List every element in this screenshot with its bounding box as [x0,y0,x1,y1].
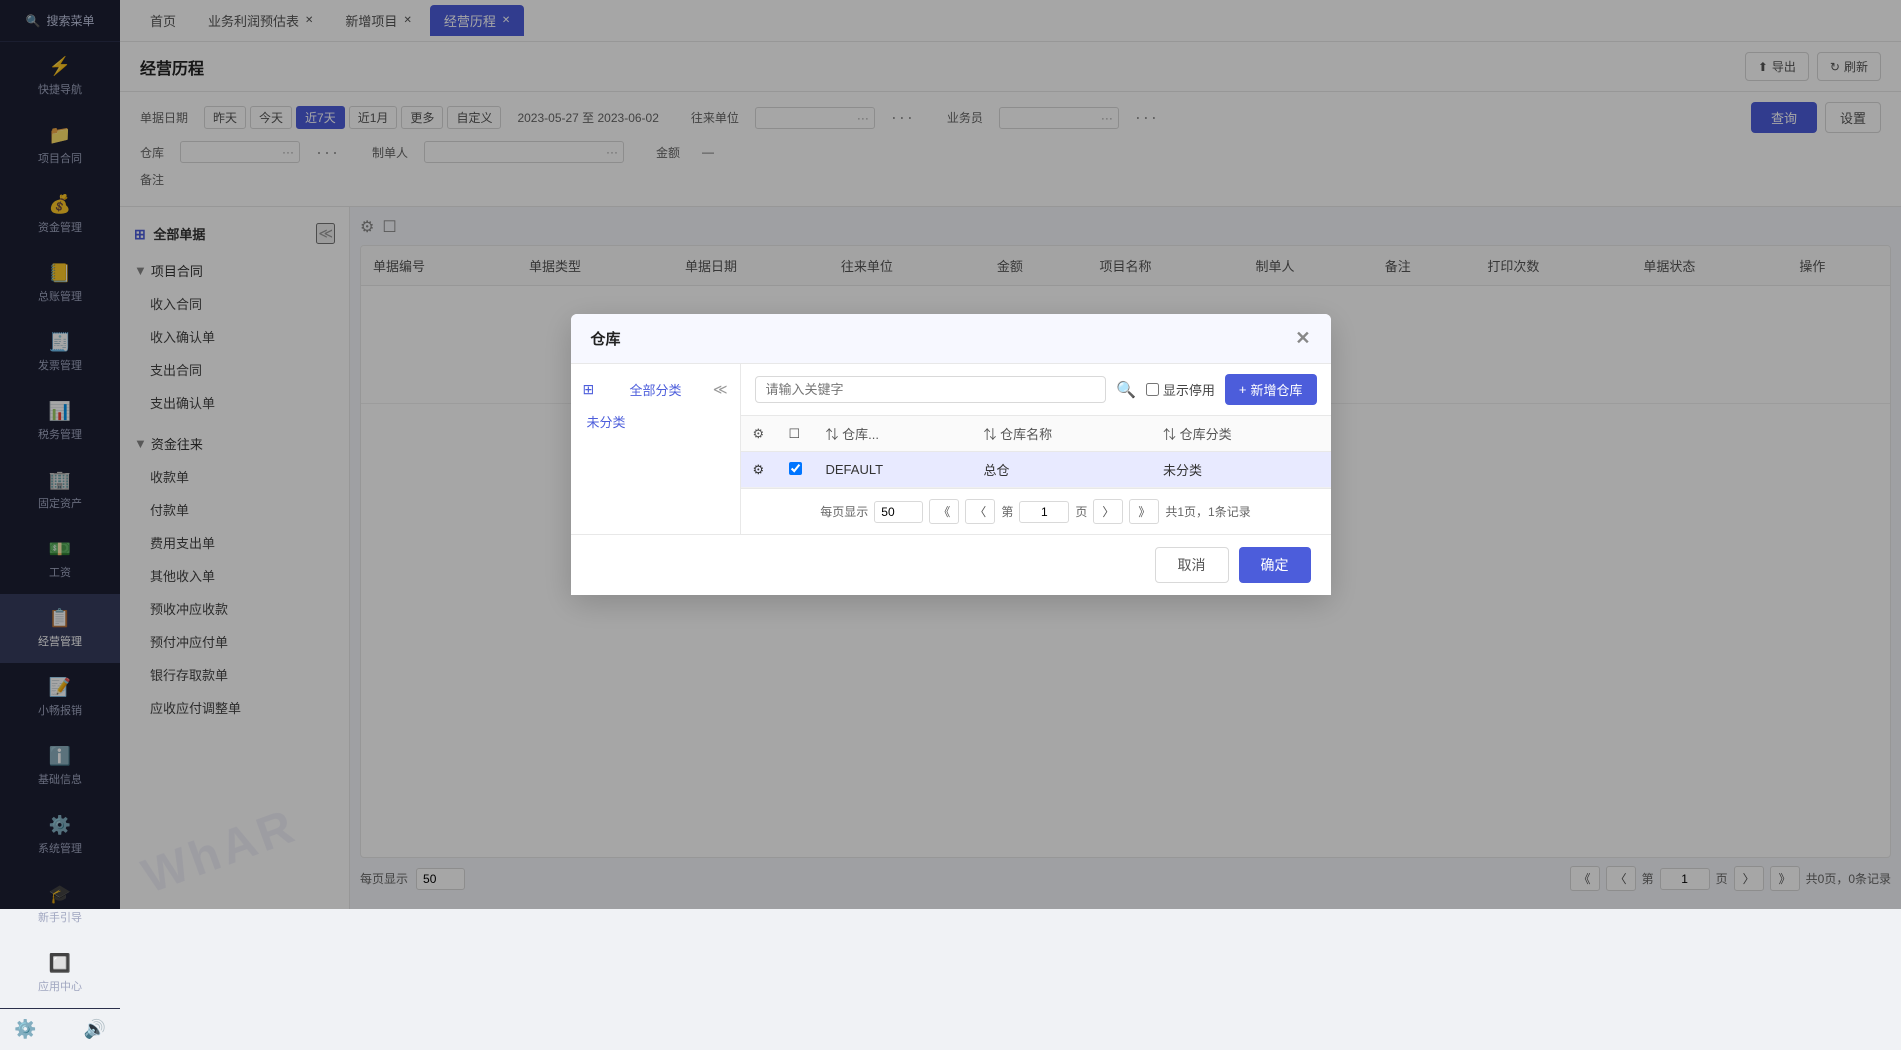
show-disabled-label: 显示停用 [1163,380,1215,399]
row-check[interactable] [777,452,814,488]
modal-pagination: 每页显示 50 100 《 〈 第 页 〉 》 共1页，1条记录 [741,488,1331,534]
grid-icon-modal: ⊞ [583,381,595,398]
modal-tree-item-unclassified[interactable]: 未分类 [571,405,740,438]
modal-tree: ⊞ 全部分类 ≪ 未分类 [571,364,741,534]
modal-per-page-label: 每页显示 [820,503,868,520]
row-gear: ⚙ [741,452,777,488]
modal-per-page-select[interactable]: 50 100 [874,501,923,523]
modal-footer: 取消 确定 [571,534,1331,595]
cancel-button[interactable]: 取消 [1155,547,1229,583]
modal-total-text: 共1页，1条记录 [1165,503,1250,520]
modal-col-code: ⇅ 仓库... [814,416,972,452]
show-disabled-checkbox[interactable] [1146,383,1159,396]
modal-body: ⊞ 全部分类 ≪ 未分类 🔍 显示停用 + 新增仓库 [571,364,1331,534]
modal-close-button[interactable]: ✕ [1295,328,1310,349]
modal-header: 仓库 ✕ [571,314,1331,364]
sort-icon-2: ⇅ [984,427,997,442]
sidebar-item-appcenter[interactable]: 🔲 应用中心 [0,939,120,1008]
modal-toolbar: 🔍 显示停用 + 新增仓库 [741,364,1331,416]
sort-icon-3: ⇅ [1163,427,1176,442]
row-category: 未分类 [1151,452,1331,488]
warehouse-modal: 仓库 ✕ ⊞ 全部分类 ≪ 未分类 🔍 显示停用 [571,314,1331,595]
modal-title: 仓库 [591,328,621,349]
modal-col-name: ⇅ 仓库名称 [972,416,1151,452]
add-warehouse-button[interactable]: + 新增仓库 [1225,374,1317,405]
modal-col-category: ⇅ 仓库分类 [1151,416,1331,452]
modal-page-label-pre: 第 [1001,503,1013,520]
modal-first-page-button[interactable]: 《 [929,499,959,524]
row-name: 总仓 [972,452,1151,488]
modal-page-label: 页 [1075,503,1087,520]
sidebar-item-label: 应用中心 [38,978,82,994]
warehouse-search-input[interactable] [755,376,1106,403]
add-warehouse-label: 新增仓库 [1250,380,1302,399]
modal-tree-collapse-button[interactable]: ≪ [713,381,728,398]
modal-overlay[interactable]: 仓库 ✕ ⊞ 全部分类 ≪ 未分类 🔍 显示停用 [0,0,1901,909]
modal-tree-header[interactable]: ⊞ 全部分类 ≪ [571,374,740,405]
sidebar-bottom: ⚙️ 🔊 [0,1008,120,1050]
modal-prev-page-button[interactable]: 〈 [965,499,995,524]
volume-icon[interactable]: 🔊 [84,1019,106,1040]
search-icon[interactable]: 🔍 [1116,380,1136,400]
modal-page-input[interactable] [1019,501,1069,523]
modal-table-row[interactable]: ⚙ DEFAULT 总仓 未分类 [741,452,1331,488]
row-code: DEFAULT [814,452,972,488]
sort-icon: ⇅ [826,427,839,442]
modal-col-check: ☐ [777,416,814,452]
modal-next-page-button[interactable]: 〉 [1093,499,1123,524]
modal-table: ⚙ ☐ ⇅ 仓库... ⇅ 仓库名称 ⇅ 仓库分类 [741,416,1331,488]
settings-icon[interactable]: ⚙️ [14,1019,36,1040]
modal-col-gear: ⚙ [741,416,777,452]
plus-icon: + [1239,382,1247,397]
modal-right: 🔍 显示停用 + 新增仓库 ⚙ ☐ [741,364,1331,534]
show-disabled-checkbox-label[interactable]: 显示停用 [1146,380,1215,399]
sidebar-item-label: 新手引导 [38,909,82,925]
modal-tree-all-label: 全部分类 [630,380,682,399]
modal-table-container: ⚙ ☐ ⇅ 仓库... ⇅ 仓库名称 ⇅ 仓库分类 [741,416,1331,488]
modal-last-page-button[interactable]: 》 [1129,499,1159,524]
appcenter-icon: 🔲 [49,953,71,974]
confirm-button[interactable]: 确定 [1239,547,1311,583]
